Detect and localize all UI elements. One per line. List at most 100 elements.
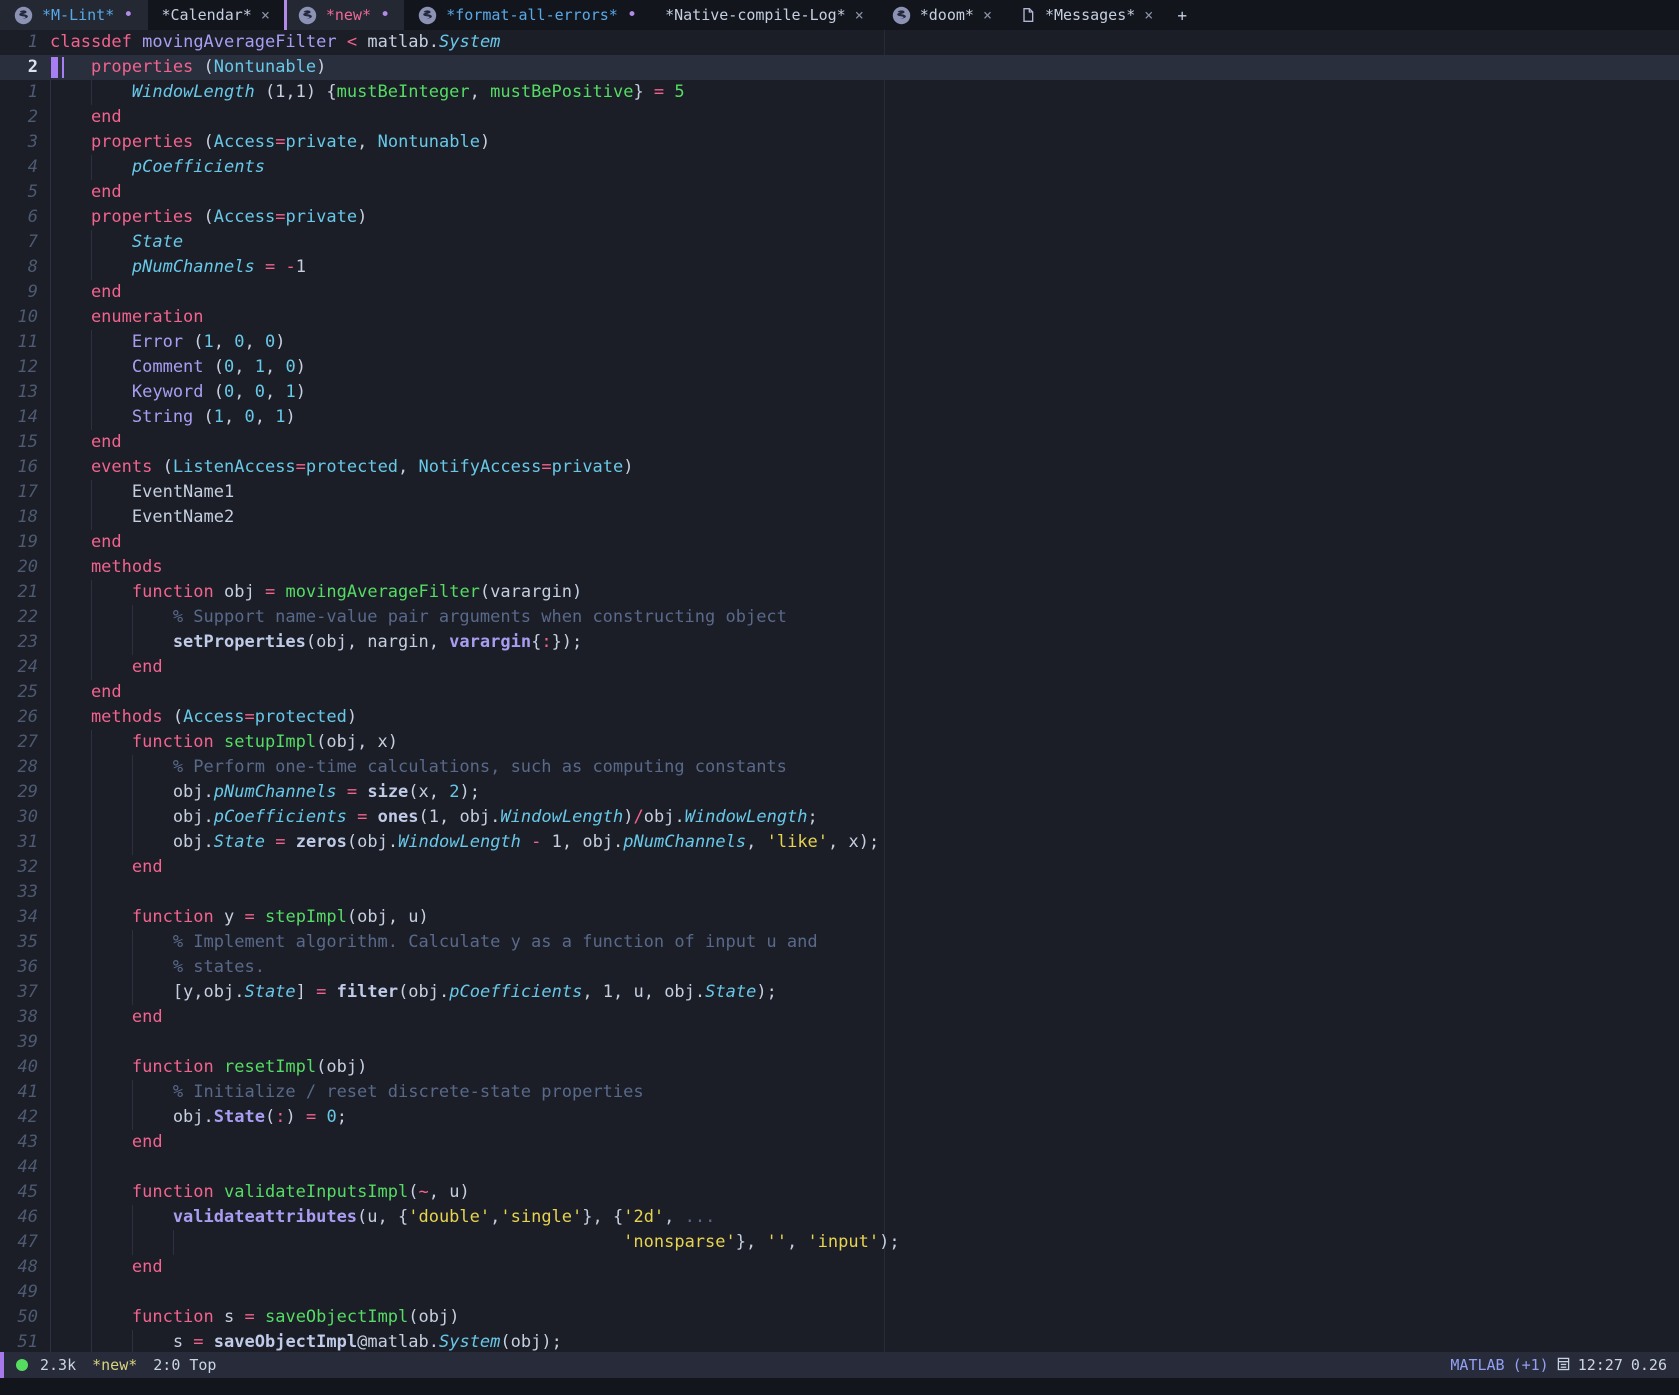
code-line[interactable]: 27function setupImpl(obj, x) <box>0 730 1679 755</box>
code-editor[interactable]: 1classdef movingAverageFilter < matlab.S… <box>0 30 1679 1352</box>
indent-guide <box>50 780 91 805</box>
code-line[interactable]: 42obj.State(:) = 0; <box>0 1105 1679 1130</box>
tab-label: *Messages* <box>1045 6 1135 24</box>
indent-guide <box>132 1105 173 1130</box>
code-line[interactable]: 33 <box>0 880 1679 905</box>
indent-guide <box>91 1255 132 1280</box>
code-line[interactable]: 34function y = stepImpl(obj, u) <box>0 905 1679 930</box>
tab-messages[interactable]: *Messages* × <box>1006 0 1167 30</box>
tab-calendar[interactable]: *Calendar*× <box>148 0 284 30</box>
code-line[interactable]: 12Comment (0, 1, 0) <box>0 355 1679 380</box>
code-text: WindowLength (1,1) {mustBeInteger, mustB… <box>50 80 1679 105</box>
indent-guide <box>50 530 91 555</box>
code-line[interactable]: 41% Initialize / reset discrete-state pr… <box>0 1080 1679 1105</box>
code-line[interactable]: 35% Implement algorithm. Calculate y as … <box>0 930 1679 955</box>
indent-guide <box>91 1230 132 1255</box>
code-text: end <box>50 280 1679 305</box>
tab-new[interactable]: *new*• <box>284 0 404 30</box>
line-number: 11 <box>0 330 50 355</box>
code-text: function resetImpl(obj) <box>50 1055 1679 1080</box>
code-line[interactable]: 16events (ListenAccess=protected, Notify… <box>0 455 1679 480</box>
code-text: function validateInputsImpl(~, u) <box>50 1180 1679 1205</box>
indent-guide <box>50 1155 91 1180</box>
code-line[interactable]: 14String (1, 0, 1) <box>0 405 1679 430</box>
code-line[interactable]: 15end <box>0 430 1679 455</box>
tab-m-lint[interactable]: *M-Lint*• <box>0 0 148 30</box>
code-text: obj.State = zeros(obj.WindowLength - 1, … <box>50 830 1679 855</box>
code-line[interactable]: 8pNumChannels = -1 <box>0 255 1679 280</box>
code-line[interactable]: 46validateattributes(u, {'double','singl… <box>0 1205 1679 1230</box>
indent-guide <box>50 330 91 355</box>
indent-guide <box>50 355 91 380</box>
code-text: Error (1, 0, 0) <box>50 330 1679 355</box>
code-line[interactable]: 38end <box>0 1005 1679 1030</box>
indent-guide <box>173 1230 214 1255</box>
code-line[interactable]: 26methods (Access=protected) <box>0 705 1679 730</box>
indent-guide <box>50 880 91 905</box>
close-icon[interactable]: × <box>983 6 992 24</box>
close-icon[interactable]: × <box>1144 6 1153 24</box>
code-line[interactable]: 9end <box>0 280 1679 305</box>
indent-guide <box>50 555 91 580</box>
code-text: obj.pNumChannels = size(x, 2); <box>50 780 1679 805</box>
code-line[interactable]: 25end <box>0 680 1679 705</box>
code-line[interactable]: 28% Perform one-time calculations, such … <box>0 755 1679 780</box>
indent-guide <box>50 1330 91 1352</box>
code-line[interactable]: 6properties (Access=private) <box>0 205 1679 230</box>
code-line[interactable]: 5end <box>0 180 1679 205</box>
code-line[interactable]: 47 'nonsparse'}, '', 'input'); <box>0 1230 1679 1255</box>
code-line[interactable]: 4pCoefficients <box>0 155 1679 180</box>
tab-format-all-errors[interactable]: *format-all-errors*• <box>404 0 651 30</box>
indent-guide <box>91 1005 132 1030</box>
close-icon[interactable]: × <box>855 6 864 24</box>
code-line[interactable]: 18EventName2 <box>0 505 1679 530</box>
line-number: 47 <box>0 1230 50 1255</box>
code-line[interactable]: 49 <box>0 1280 1679 1305</box>
new-tab-button[interactable]: + <box>1167 0 1197 30</box>
line-number: 28 <box>0 755 50 780</box>
load-average: 0.26 <box>1631 1356 1667 1374</box>
code-line[interactable]: 7State <box>0 230 1679 255</box>
code-line[interactable]: 2properties (Nontunable) <box>0 55 1679 80</box>
code-line[interactable]: 48end <box>0 1255 1679 1280</box>
code-line[interactable]: 2end <box>0 105 1679 130</box>
code-line[interactable]: 32end <box>0 855 1679 880</box>
code-line[interactable]: 22% Support name-value pair arguments wh… <box>0 605 1679 630</box>
code-text: [y,obj.State] = filter(obj.pCoefficients… <box>50 980 1679 1005</box>
tab-doom[interactable]: *doom*× <box>878 0 1006 30</box>
code-line[interactable]: 43end <box>0 1130 1679 1155</box>
close-icon[interactable]: × <box>261 6 270 24</box>
code-line[interactable]: 3properties (Access=private, Nontunable) <box>0 130 1679 155</box>
line-number: 29 <box>0 780 50 805</box>
code-line[interactable]: 17EventName1 <box>0 480 1679 505</box>
code-line[interactable]: 11Error (1, 0, 0) <box>0 330 1679 355</box>
line-number: 31 <box>0 830 50 855</box>
line-number: 21 <box>0 580 50 605</box>
code-line[interactable]: 36% states. <box>0 955 1679 980</box>
code-line[interactable]: 1WindowLength (1,1) {mustBeInteger, must… <box>0 80 1679 105</box>
code-line[interactable]: 37[y,obj.State] = filter(obj.pCoefficien… <box>0 980 1679 1005</box>
code-line[interactable]: 29obj.pNumChannels = size(x, 2); <box>0 780 1679 805</box>
tab-native-compile-log[interactable]: *Native-compile-Log*× <box>651 0 878 30</box>
code-line[interactable]: 19end <box>0 530 1679 555</box>
code-line[interactable]: 30obj.pCoefficients = ones(1, obj.Window… <box>0 805 1679 830</box>
code-line[interactable]: 10enumeration <box>0 305 1679 330</box>
line-number: 42 <box>0 1105 50 1130</box>
code-line[interactable]: 50function s = saveObjectImpl(obj) <box>0 1305 1679 1330</box>
code-line[interactable]: 44 <box>0 1155 1679 1180</box>
code-line[interactable]: 13Keyword (0, 0, 1) <box>0 380 1679 405</box>
code-line[interactable]: 31obj.State = zeros(obj.WindowLength - 1… <box>0 830 1679 855</box>
code-line[interactable]: 23setProperties(obj, nargin, varargin{:}… <box>0 630 1679 655</box>
line-number: 37 <box>0 980 50 1005</box>
code-line[interactable]: 40function resetImpl(obj) <box>0 1055 1679 1080</box>
code-line[interactable]: 1classdef movingAverageFilter < matlab.S… <box>0 30 1679 55</box>
indent-guide <box>91 955 132 980</box>
code-line[interactable]: 39 <box>0 1030 1679 1055</box>
code-line[interactable]: 24end <box>0 655 1679 680</box>
indent-guide <box>50 80 91 105</box>
code-line[interactable]: 21function obj = movingAverageFilter(var… <box>0 580 1679 605</box>
code-line[interactable]: 51s = saveObjectImpl@matlab.System(obj); <box>0 1330 1679 1352</box>
indent-guide <box>50 605 91 630</box>
code-line[interactable]: 20methods <box>0 555 1679 580</box>
code-line[interactable]: 45function validateInputsImpl(~, u) <box>0 1180 1679 1205</box>
